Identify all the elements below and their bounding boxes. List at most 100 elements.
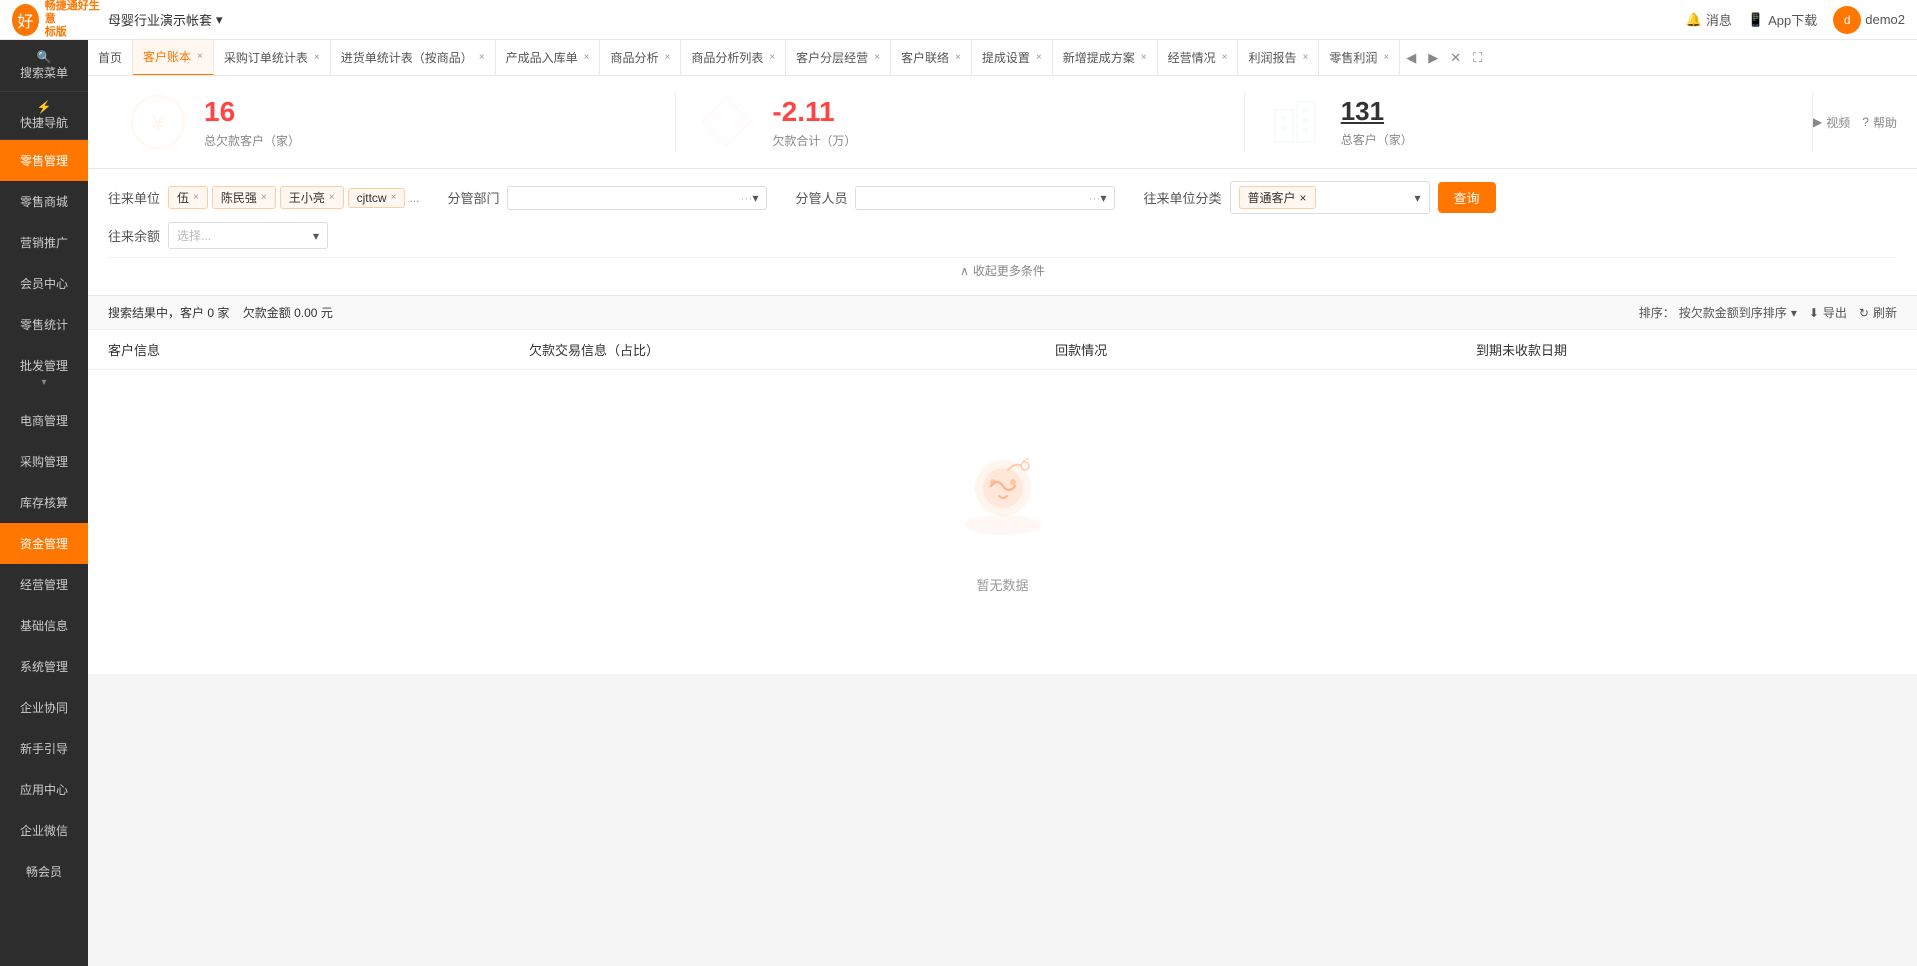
tab-close-icon[interactable]: ×	[664, 52, 670, 63]
top-bar-left: 好 畅捷通好生意 标版 母婴行业演示帐套 ▾	[12, 0, 223, 39]
page-content: ¥ 16 总欠款客户（家）	[88, 76, 1917, 966]
remove-tag-wu[interactable]: ×	[193, 192, 199, 203]
sidebar-item-retail-stats[interactable]: 零售统计	[0, 304, 88, 345]
stat-info-debt: -2.11 欠款合计（万）	[772, 96, 856, 149]
tab-close-icon[interactable]: ×	[955, 52, 961, 63]
stat-label-total: 总客户（家）	[1341, 131, 1413, 148]
tab-purchase-product-stats[interactable]: 进货单统计表（按商品） ×	[331, 40, 496, 76]
stat-card-customers: ¥ 16 总欠款客户（家）	[108, 92, 676, 152]
tab-close-icon[interactable]: ×	[769, 52, 775, 63]
th-customer: 客户信息	[108, 340, 529, 359]
quick-nav-item[interactable]: ⚡ 快捷导航	[0, 92, 88, 140]
sidebar-item-enterprise[interactable]: 企业协同	[0, 687, 88, 728]
tab-product-analysis-list[interactable]: 商品分析列表 ×	[681, 40, 786, 76]
chevron-down-icon: ▾	[216, 12, 223, 28]
tab-close-all[interactable]: ✕	[1444, 40, 1467, 76]
sidebar: 🔍 搜索菜单 ⚡ 快捷导航 零售管理 零售商城 营销推广 会员中心 零售统计 批…	[0, 40, 88, 966]
dept-more-icon: ···	[740, 191, 752, 205]
stat-info-total: 131 总客户（家）	[1341, 96, 1413, 148]
user-profile[interactable]: d demo2	[1833, 6, 1905, 34]
sidebar-item-inventory[interactable]: 库存核算	[0, 482, 88, 523]
sidebar-item-member-center[interactable]: 会员中心	[0, 263, 88, 304]
balance-select[interactable]: 选择... ▾	[168, 222, 328, 249]
tab-close-icon[interactable]: ×	[479, 52, 485, 63]
video-btn[interactable]: ▶ 视频	[1813, 114, 1850, 131]
tab-customer-ledger[interactable]: 客户账本 ×	[133, 40, 214, 76]
category-tag-normal[interactable]: 普通客户 ×	[1239, 186, 1316, 209]
sidebar-item-system[interactable]: 系统管理	[0, 646, 88, 687]
tab-close-icon[interactable]: ×	[1036, 52, 1042, 63]
filter-more-btn[interactable]: ...	[409, 191, 419, 205]
messages-btn[interactable]: 🔔 消息	[1686, 10, 1732, 29]
export-btn[interactable]: ⬇ 导出	[1809, 304, 1847, 321]
filter-row-units: 往来单位 伍 × 陈民强 × 王小亮 ×	[108, 181, 1897, 214]
filter-tag-chen[interactable]: 陈民强 ×	[212, 186, 276, 209]
sort-select[interactable]: 排序： 按欠款金额到序排序 ▾	[1639, 304, 1797, 321]
tab-customer-contact[interactable]: 客户联络 ×	[891, 40, 972, 76]
sidebar-item-operations[interactable]: 经营管理	[0, 564, 88, 605]
avatar: d	[1833, 6, 1861, 34]
search-menu-item[interactable]: 🔍 搜索菜单	[0, 40, 88, 92]
tab-new-commission[interactable]: 新增提成方案 ×	[1053, 40, 1158, 76]
collapse-btn[interactable]: ∧ 收起更多条件	[108, 257, 1897, 283]
query-btn[interactable]: 查询	[1438, 182, 1496, 213]
tab-close-icon[interactable]: ×	[584, 52, 590, 63]
sidebar-item-newbie[interactable]: 新手引导	[0, 728, 88, 769]
tab-close-icon[interactable]: ×	[1141, 52, 1147, 63]
filter-tag-wu[interactable]: 伍 ×	[168, 186, 208, 209]
tab-operations[interactable]: 经营情况 ×	[1158, 40, 1239, 76]
tab-profit-report[interactable]: 利润报告 ×	[1238, 40, 1319, 76]
person-select[interactable]: ··· ▾	[855, 186, 1115, 210]
tab-close-icon[interactable]: ×	[1302, 52, 1308, 63]
tab-purchase-stats[interactable]: 采购订单统计表 ×	[214, 40, 331, 76]
empty-icon	[953, 450, 1053, 559]
sidebar-item-ecommerce[interactable]: 电商管理	[0, 400, 88, 441]
dept-select[interactable]: ··· ▾	[507, 186, 767, 210]
sidebar-item-wholesale[interactable]: 批发管理 ▾	[0, 345, 88, 400]
th-debt: 欠款交易信息（占比）	[529, 340, 1055, 359]
workspace-selector[interactable]: 母婴行业演示帐套 ▾	[108, 10, 223, 29]
sidebar-item-retail-mall[interactable]: 零售商城	[0, 181, 88, 222]
help-btn[interactable]: ? 帮助	[1862, 114, 1897, 131]
tab-product-stock[interactable]: 产成品入库单 ×	[496, 40, 601, 76]
nav-icon: ⚡	[0, 100, 88, 114]
category-select[interactable]: 普通客户 × ▾	[1230, 181, 1430, 214]
sidebar-item-finance[interactable]: 资金管理	[0, 523, 88, 564]
tab-customer-segment[interactable]: 客户分层经营 ×	[786, 40, 891, 76]
tab-bar: 首页 客户账本 × 采购订单统计表 × 进货单统计表（按商品） × 产成品入库单…	[88, 40, 1917, 76]
logo-area: 好 畅捷通好生意 标版	[12, 0, 100, 39]
sidebar-item-basic-info[interactable]: 基础信息	[0, 605, 88, 646]
tab-retail-profit[interactable]: 零售利润 ×	[1319, 40, 1400, 76]
tab-close-icon[interactable]: ×	[314, 52, 320, 63]
remove-tag-cj[interactable]: ×	[391, 192, 397, 203]
top-bar: 好 畅捷通好生意 标版 母婴行业演示帐套 ▾ 🔔 消息 📱 App下载 d de…	[0, 0, 1917, 40]
refresh-btn[interactable]: ↻ 刷新	[1859, 304, 1897, 321]
tab-close-icon[interactable]: ×	[1222, 52, 1228, 63]
sidebar-item-vip[interactable]: 畅会员	[0, 851, 88, 892]
tab-nav-prev[interactable]: ◀	[1400, 40, 1422, 76]
stat-info-customers: 16 总欠款客户（家）	[204, 96, 300, 149]
sidebar-item-marketing[interactable]: 营销推广	[0, 222, 88, 263]
tab-close-icon[interactable]: ×	[874, 52, 880, 63]
remove-category-tag[interactable]: ×	[1300, 191, 1307, 205]
tab-close-icon[interactable]: ×	[197, 51, 203, 62]
filter-tag-cj[interactable]: cjttcw ×	[348, 188, 406, 208]
filter-tag-wang[interactable]: 王小亮 ×	[280, 186, 344, 209]
sidebar-item-purchase[interactable]: 采购管理	[0, 441, 88, 482]
sidebar-item-wechat[interactable]: 企业微信	[0, 810, 88, 851]
tab-nav-next[interactable]: ▶	[1422, 40, 1444, 76]
tab-home[interactable]: 首页	[88, 40, 133, 76]
tab-close-icon[interactable]: ×	[1383, 52, 1389, 63]
sidebar-item-retail[interactable]: 零售管理	[0, 140, 88, 181]
th-date: 到期未收款日期	[1476, 340, 1897, 359]
stat-label-debt: 欠款合计（万）	[772, 132, 856, 149]
remove-tag-wang[interactable]: ×	[329, 192, 335, 203]
tab-fullscreen[interactable]: ⛶	[1467, 40, 1488, 76]
th-repay: 回款情况	[1055, 340, 1476, 359]
tab-commission-settings[interactable]: 提成设置 ×	[972, 40, 1053, 76]
remove-tag-chen[interactable]: ×	[261, 192, 267, 203]
sidebar-item-app-center[interactable]: 应用中心	[0, 769, 88, 810]
result-info: 搜索结果中，客户 0 家 欠款金额 0.00 元	[108, 304, 333, 321]
tab-product-analysis[interactable]: 商品分析 ×	[600, 40, 681, 76]
app-download-btn[interactable]: 📱 App下载	[1748, 10, 1817, 29]
